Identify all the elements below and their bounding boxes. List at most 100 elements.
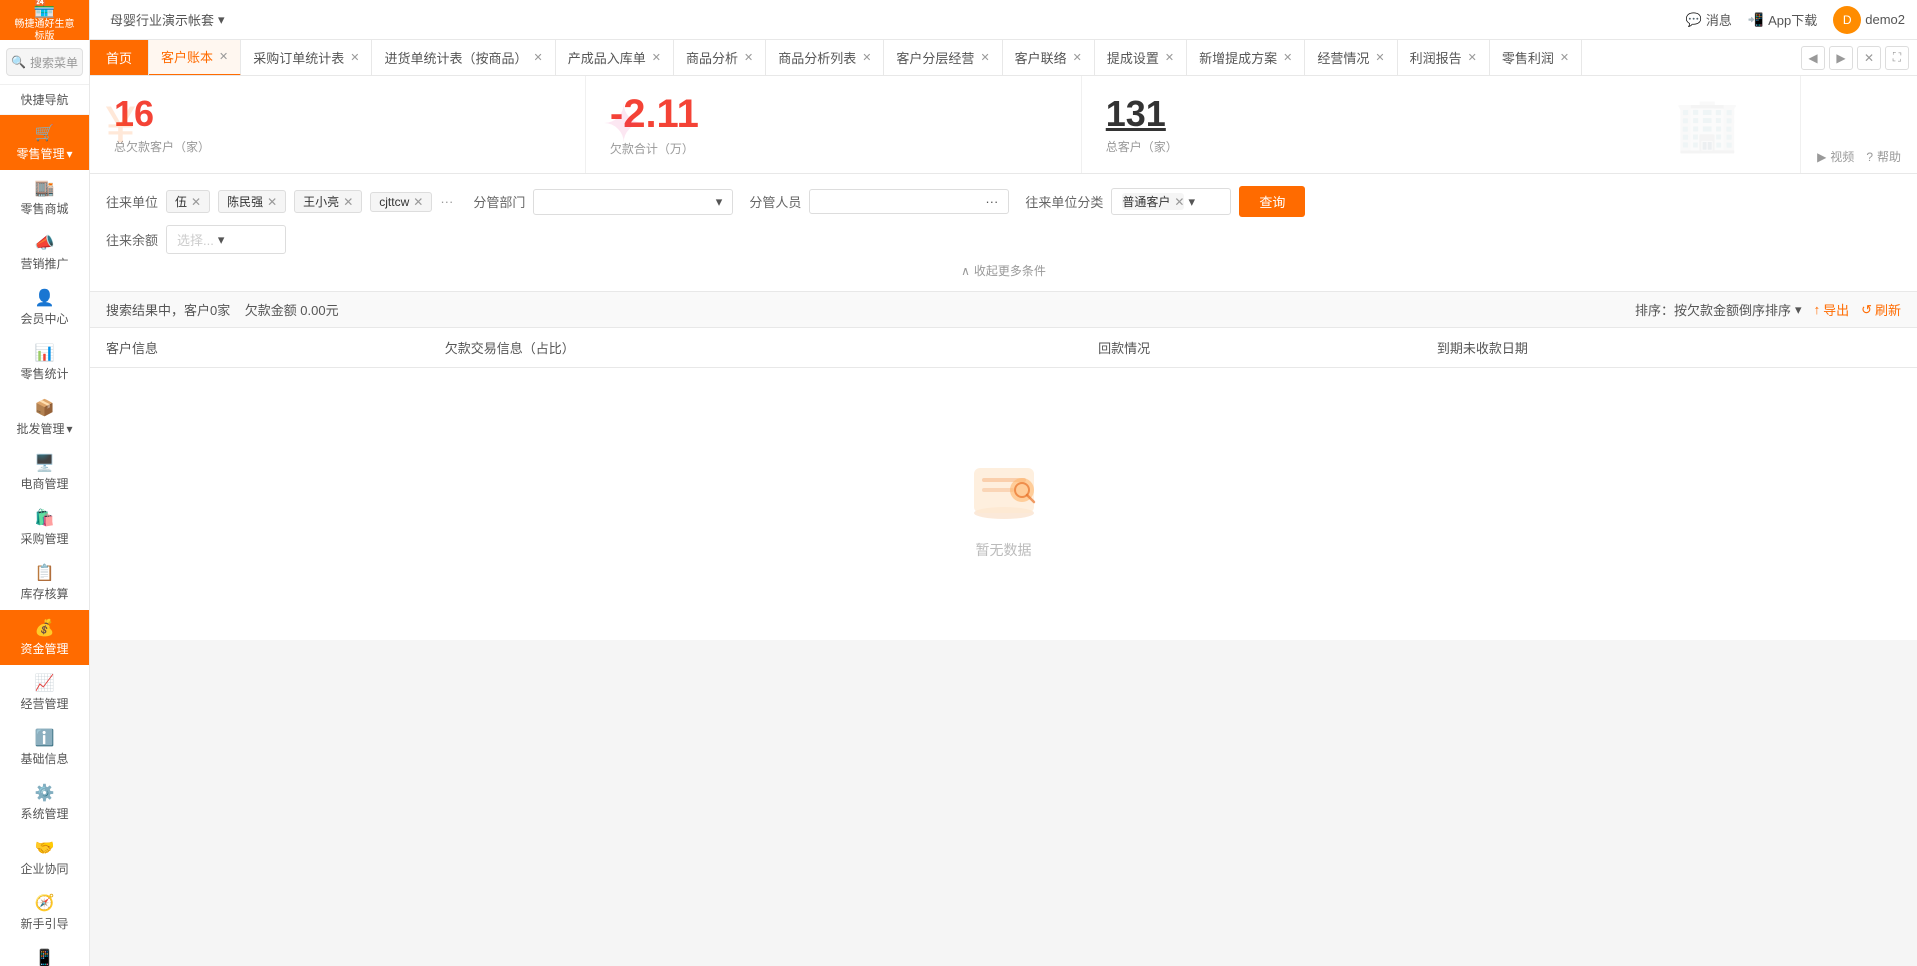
chevron-down-icon-store: ▾ (218, 12, 225, 28)
close-tab-11[interactable]: ✕ (1468, 51, 1477, 64)
app-center-icon: 📱 (35, 948, 55, 966)
close-tab-1[interactable]: ✕ (350, 51, 359, 64)
nav-tabs: 首页 客户账本 ✕ 采购订单统计表 ✕ 进货单统计表（按商品） ✕ 产成品入库单… (90, 40, 1917, 76)
close-tab-6[interactable]: ✕ (980, 51, 989, 64)
balance-select[interactable]: 选择... ▾ (166, 225, 286, 254)
sidebar-item-retail-mgmt[interactable]: 🛒 零售管理 ▾ (0, 115, 89, 170)
close-tab-0[interactable]: ✕ (219, 50, 228, 63)
sidebar-item-purchase[interactable]: 🛍️ 采购管理 (0, 500, 89, 555)
message-button[interactable]: 💬 消息 (1686, 10, 1732, 29)
query-button[interactable]: 查询 (1239, 186, 1305, 217)
sidebar-item-retail-mall[interactable]: 🏬 零售商城 (0, 170, 89, 225)
tab-purchase-stats-by-product[interactable]: 进货单统计表（按商品） ✕ (372, 40, 555, 76)
close-tab-4[interactable]: ✕ (744, 51, 753, 64)
ecommerce-icon: 🖥️ (35, 453, 55, 473)
collapse-button[interactable]: ∧ 收起更多条件 (106, 262, 1901, 279)
unit-type-select[interactable]: 普通客户 ✕ ▾ (1111, 188, 1231, 215)
sidebar-item-capital[interactable]: 💰 资金管理 (0, 610, 89, 665)
sidebar-item-basic-info[interactable]: ℹ️ 基础信息 (0, 720, 89, 775)
filter-tag-1: 伍 ✕ (166, 190, 210, 213)
sidebar-item-enterprise[interactable]: 🤝 企业协同 (0, 830, 89, 885)
member-icon: 👤 (35, 288, 55, 308)
play-icon: ▶ (1817, 150, 1826, 164)
export-button[interactable]: ↑ 导出 (1814, 300, 1850, 319)
dept-label: 分管部门 (473, 192, 525, 211)
more-tags-button[interactable]: ··· (440, 194, 453, 209)
search-icon: 🔍 (11, 55, 26, 69)
tab-retail-profit[interactable]: 零售利润 ✕ (1490, 40, 1582, 76)
dept-select[interactable]: ▾ (533, 189, 733, 215)
chevron-down-icon-sort: ▾ (1795, 302, 1802, 318)
remove-tag-2[interactable]: ✕ (267, 195, 277, 209)
sidebar-item-marketing[interactable]: 📣 营销推广 (0, 225, 89, 280)
empty-illustration (954, 448, 1054, 528)
close-tab-5[interactable]: ✕ (862, 51, 871, 64)
video-help-video[interactable]: ▶ 视频 (1817, 148, 1854, 165)
search-menu-button[interactable]: 🔍 搜索菜单 (6, 48, 83, 76)
person-select[interactable]: ··· (809, 189, 1009, 214)
filter-tag-4: cjttcw ✕ (370, 192, 432, 212)
stat3-value: 131 (1106, 94, 1166, 134)
stats-banner: ¥ 16 总欠款客户（家） ✦ -2.11 欠款合计（万） 🏢 131 总客户（… (90, 76, 1917, 174)
close-tab-7[interactable]: ✕ (1073, 51, 1082, 64)
data-table-container: 客户信息 欠款交易信息（占比） 回款情况 到期未收款日期 (90, 328, 1917, 640)
sidebar-item-system[interactable]: ⚙️ 系统管理 (0, 775, 89, 830)
filter-tag-3: 王小亮 ✕ (294, 190, 362, 213)
tab-product-entry[interactable]: 产成品入库单 ✕ (556, 40, 674, 76)
remove-unit-type[interactable]: ✕ (1174, 195, 1184, 209)
sidebar-item-inventory[interactable]: 📋 库存核算 (0, 555, 89, 610)
filter-row-2: 往来余额 选择... ▾ (106, 225, 1901, 254)
tab-customer-contact[interactable]: 客户联络 ✕ (1003, 40, 1095, 76)
empty-state: 暂无数据 (90, 368, 1917, 640)
sort-selector[interactable]: 排序：按欠款金额倒序排序 ▾ (1635, 300, 1802, 319)
sidebar-item-member[interactable]: 👤 会员中心 (0, 280, 89, 335)
sidebar-item-operations[interactable]: 📈 经营管理 (0, 665, 89, 720)
close-tab-8[interactable]: ✕ (1165, 51, 1174, 64)
tab-customer-ledger[interactable]: 客户账本 ✕ (149, 40, 241, 76)
refresh-button[interactable]: ↺ 刷新 (1861, 300, 1901, 319)
tab-product-analysis-list[interactable]: 商品分析列表 ✕ (766, 40, 884, 76)
unit-label: 往来单位 (106, 192, 158, 211)
sidebar-item-retail-stats[interactable]: 📊 零售统计 (0, 335, 89, 390)
stat2-label: 欠款合计（万） (610, 140, 694, 157)
remove-tag-3[interactable]: ✕ (343, 195, 353, 209)
tab-purchase-order-stats[interactable]: 采购订单统计表 ✕ (241, 40, 372, 76)
sidebar-item-ecommerce[interactable]: 🖥️ 电商管理 (0, 445, 89, 500)
chevron-down-icon-balance: ▾ (218, 232, 225, 248)
close-tab-2[interactable]: ✕ (534, 51, 543, 64)
store-selector[interactable]: 母婴行业演示帐套 ▾ (110, 10, 225, 29)
download-icon: 📲 (1748, 12, 1764, 28)
tab-home[interactable]: 首页 (90, 40, 149, 76)
table-header-row: 客户信息 欠款交易信息（占比） 回款情况 到期未收款日期 (90, 328, 1917, 368)
tab-customer-tier[interactable]: 客户分层经营 ✕ (884, 40, 1002, 76)
next-tab-button[interactable]: ▶ (1829, 46, 1853, 70)
tab-commission-settings[interactable]: 提成设置 ✕ (1095, 40, 1187, 76)
chevron-up-icon: ∧ (961, 264, 970, 278)
empty-text: 暂无数据 (976, 540, 1032, 560)
prev-tab-button[interactable]: ◀ (1801, 46, 1825, 70)
col-customer-info: 客户信息 (90, 328, 429, 368)
close-tab-10[interactable]: ✕ (1375, 51, 1384, 64)
remove-tag-1[interactable]: ✕ (191, 195, 201, 209)
close-tab-12[interactable]: ✕ (1560, 51, 1569, 64)
tab-operations[interactable]: 经营情况 ✕ (1305, 40, 1397, 76)
close-all-tabs-button[interactable]: ✕ (1857, 46, 1881, 70)
sidebar-item-quick-nav[interactable]: 快捷导航 (0, 85, 89, 115)
video-help-help[interactable]: ? 帮助 (1866, 148, 1901, 165)
operations-icon: 📈 (35, 673, 55, 693)
person-label: 分管人员 (749, 192, 801, 211)
stat1-value: 16 (114, 94, 154, 134)
close-tab-3[interactable]: ✕ (652, 51, 661, 64)
sidebar-item-app-center[interactable]: 📱 应用中心 (0, 940, 89, 966)
remove-tag-4[interactable]: ✕ (413, 195, 423, 209)
user-menu[interactable]: D demo2 (1833, 6, 1905, 34)
sidebar-item-wholesale[interactable]: 📦 批发管理 ▾ (0, 390, 89, 445)
fullscreen-button[interactable]: ⛶ (1885, 46, 1909, 70)
app-download-button[interactable]: 📲 App下载 (1748, 10, 1817, 29)
sidebar-item-guide[interactable]: 🧭 新手引导 (0, 885, 89, 940)
tab-new-commission-plan[interactable]: 新增提成方案 ✕ (1187, 40, 1305, 76)
tab-product-analysis[interactable]: 商品分析 ✕ (674, 40, 766, 76)
tab-profit-report[interactable]: 利润报告 ✕ (1398, 40, 1490, 76)
message-icon: 💬 (1686, 12, 1702, 28)
close-tab-9[interactable]: ✕ (1283, 51, 1292, 64)
